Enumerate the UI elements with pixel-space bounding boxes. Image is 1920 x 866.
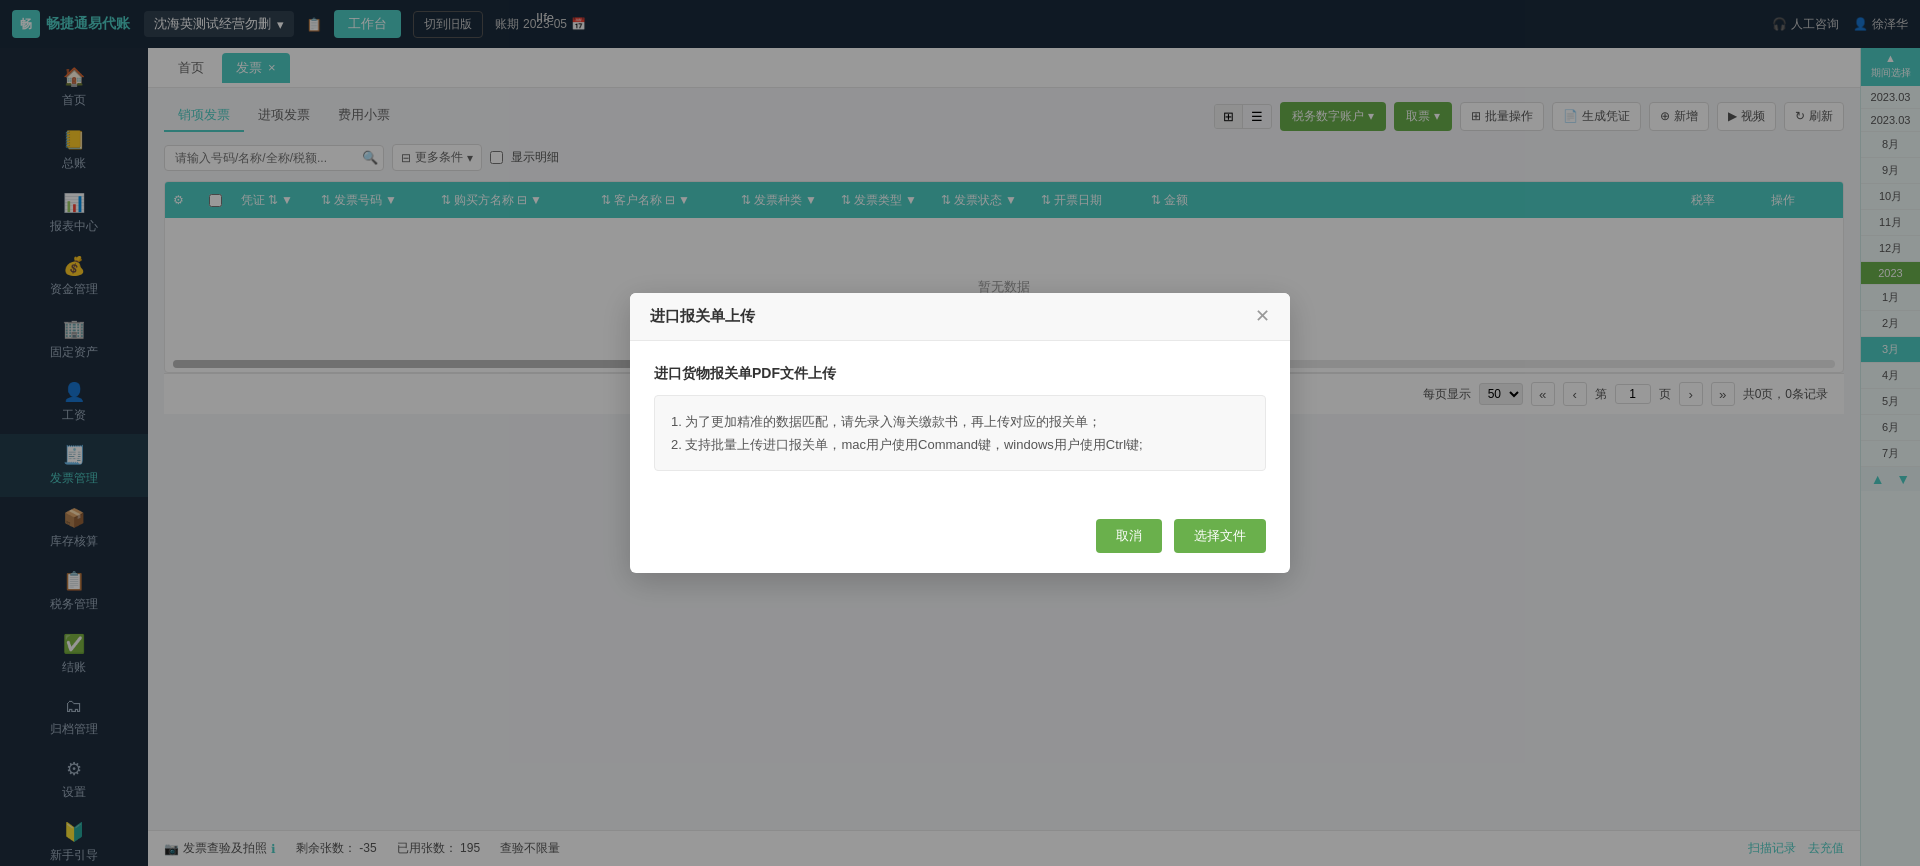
modal-overlay: 进口报关单上传 ✕ 进口货物报关单PDF文件上传 1. 为了更加精准的数据匹配，…	[0, 0, 1920, 866]
modal-header: 进口报关单上传 ✕	[630, 293, 1290, 341]
modal-body: 进口货物报关单PDF文件上传 1. 为了更加精准的数据匹配，请先录入海关缴款书，…	[630, 341, 1290, 508]
modal-info-item-1: 2. 支持批量上传进口报关单，mac用户使用Command键，windows用户…	[671, 433, 1249, 456]
modal-select-file-button[interactable]: 选择文件	[1174, 519, 1266, 553]
modal-info-box: 1. 为了更加精准的数据匹配，请先录入海关缴款书，再上传对应的报关单； 2. 支…	[654, 395, 1266, 472]
modal-title: 进口报关单上传	[650, 307, 755, 326]
modal-cancel-button[interactable]: 取消	[1096, 519, 1162, 553]
modal-section-title: 进口货物报关单PDF文件上传	[654, 365, 1266, 383]
modal-footer: 取消 选择文件	[630, 507, 1290, 573]
modal: 进口报关单上传 ✕ 进口货物报关单PDF文件上传 1. 为了更加精准的数据匹配，…	[630, 293, 1290, 574]
modal-close-button[interactable]: ✕	[1255, 307, 1270, 325]
modal-info-item-0: 1. 为了更加精准的数据匹配，请先录入海关缴款书，再上传对应的报关单；	[671, 410, 1249, 433]
